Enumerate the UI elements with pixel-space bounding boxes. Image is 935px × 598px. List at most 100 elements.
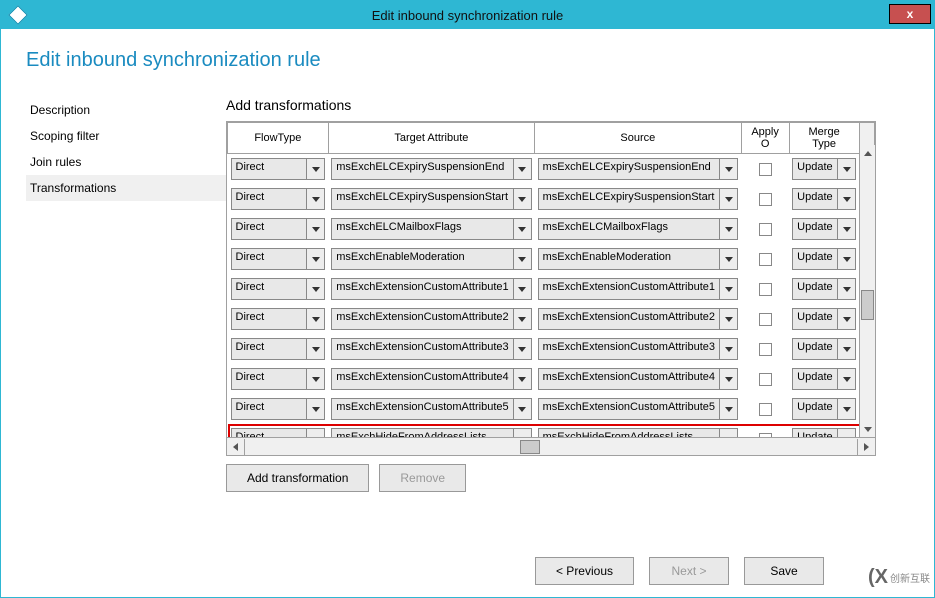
chevron-down-icon[interactable] <box>720 188 738 210</box>
source-combo[interactable]: msExchELCMailboxFlags <box>538 218 738 240</box>
merge-type-combo[interactable]: Update <box>792 218 856 240</box>
merge-type-combo[interactable]: Update <box>792 248 856 270</box>
chevron-down-icon[interactable] <box>307 308 325 330</box>
merge-type-combo[interactable]: Update <box>792 368 856 390</box>
flowtype-combo[interactable]: Direct <box>231 308 326 330</box>
table-row[interactable]: DirectmsExchExtensionCustomAttribute5msE… <box>228 394 875 424</box>
apply-once-checkbox[interactable] <box>759 223 772 236</box>
chevron-down-icon[interactable] <box>514 368 532 390</box>
chevron-down-icon[interactable] <box>838 338 856 360</box>
scroll-thumb-horizontal[interactable] <box>520 440 540 454</box>
merge-type-combo[interactable]: Update <box>792 308 856 330</box>
flowtype-combo[interactable]: Direct <box>231 338 326 360</box>
chevron-down-icon[interactable] <box>720 158 738 180</box>
scroll-right-icon[interactable] <box>857 439 875 455</box>
nav-join-rules[interactable]: Join rules <box>26 149 226 175</box>
source-combo[interactable]: msExchExtensionCustomAttribute2 <box>538 308 738 330</box>
table-row[interactable]: DirectmsExchExtensionCustomAttribute1msE… <box>228 274 875 304</box>
target-attribute-combo[interactable]: msExchExtensionCustomAttribute3 <box>331 338 531 360</box>
flowtype-combo[interactable]: Direct <box>231 368 326 390</box>
source-combo[interactable]: msExchHideFromAddressLists <box>538 428 738 437</box>
chevron-down-icon[interactable] <box>307 428 325 437</box>
chevron-down-icon[interactable] <box>307 368 325 390</box>
chevron-down-icon[interactable] <box>720 398 738 420</box>
chevron-down-icon[interactable] <box>838 158 856 180</box>
chevron-down-icon[interactable] <box>514 248 532 270</box>
table-row[interactable]: DirectmsExchExtensionCustomAttribute3msE… <box>228 334 875 364</box>
next-button[interactable]: Next > <box>649 557 729 585</box>
chevron-down-icon[interactable] <box>838 428 856 437</box>
flowtype-combo[interactable]: Direct <box>231 248 326 270</box>
target-attribute-combo[interactable]: msExchExtensionCustomAttribute2 <box>331 308 531 330</box>
table-row[interactable]: DirectmsExchELCExpirySuspensionStartmsEx… <box>228 184 875 214</box>
previous-button[interactable]: < Previous <box>535 557 634 585</box>
apply-once-checkbox[interactable] <box>759 193 772 206</box>
target-attribute-combo[interactable]: msExchHideFromAddressLists <box>331 428 531 437</box>
target-attribute-combo[interactable]: msExchELCMailboxFlags <box>331 218 531 240</box>
target-attribute-combo[interactable]: msExchExtensionCustomAttribute4 <box>331 368 531 390</box>
chevron-down-icon[interactable] <box>514 428 532 437</box>
chevron-down-icon[interactable] <box>838 308 856 330</box>
chevron-down-icon[interactable] <box>307 188 325 210</box>
apply-once-checkbox[interactable] <box>759 343 772 356</box>
vertical-scrollbar[interactable] <box>859 145 875 437</box>
col-merge-type[interactable]: Merge Type <box>789 123 859 154</box>
merge-type-combo[interactable]: Update <box>792 428 856 437</box>
chevron-down-icon[interactable] <box>838 248 856 270</box>
target-attribute-combo[interactable]: msExchELCExpirySuspensionEnd <box>331 158 531 180</box>
chevron-down-icon[interactable] <box>838 188 856 210</box>
chevron-down-icon[interactable] <box>720 308 738 330</box>
close-button[interactable]: x <box>889 4 931 24</box>
flowtype-combo[interactable]: Direct <box>231 188 326 210</box>
chevron-down-icon[interactable] <box>514 188 532 210</box>
apply-once-checkbox[interactable] <box>759 403 772 416</box>
merge-type-combo[interactable]: Update <box>792 278 856 300</box>
nav-transformations[interactable]: Transformations <box>26 175 226 201</box>
table-row[interactable]: Direct msExchHideFromAddressLists msExchHi… <box>228 424 875 437</box>
chevron-down-icon[interactable] <box>307 158 325 180</box>
scroll-up-icon[interactable] <box>860 145 875 161</box>
target-attribute-combo[interactable]: msExchELCExpirySuspensionStart <box>331 188 531 210</box>
chevron-down-icon[interactable] <box>307 338 325 360</box>
merge-type-combo[interactable]: Update <box>792 188 856 210</box>
chevron-down-icon[interactable] <box>514 218 532 240</box>
source-combo[interactable]: msExchExtensionCustomAttribute3 <box>538 338 738 360</box>
target-attribute-combo[interactable]: msExchExtensionCustomAttribute1 <box>331 278 531 300</box>
horizontal-scrollbar[interactable] <box>227 437 875 455</box>
col-source[interactable]: Source <box>535 123 741 154</box>
chevron-down-icon[interactable] <box>720 218 738 240</box>
scroll-left-icon[interactable] <box>227 439 245 455</box>
apply-once-checkbox[interactable] <box>759 283 772 296</box>
flowtype-combo[interactable]: Direct <box>231 428 326 437</box>
col-flowtype[interactable]: FlowType <box>228 123 329 154</box>
chevron-down-icon[interactable] <box>720 368 738 390</box>
add-transformation-button[interactable]: Add transformation <box>226 464 369 492</box>
source-combo[interactable]: msExchExtensionCustomAttribute1 <box>538 278 738 300</box>
chevron-down-icon[interactable] <box>514 158 532 180</box>
scroll-down-icon[interactable] <box>860 421 875 437</box>
merge-type-combo[interactable]: Update <box>792 338 856 360</box>
target-attribute-combo[interactable]: msExchExtensionCustomAttribute5 <box>331 398 531 420</box>
chevron-down-icon[interactable] <box>720 428 738 437</box>
chevron-down-icon[interactable] <box>514 308 532 330</box>
apply-once-checkbox[interactable] <box>759 313 772 326</box>
source-combo[interactable]: msExchExtensionCustomAttribute4 <box>538 368 738 390</box>
chevron-down-icon[interactable] <box>838 398 856 420</box>
scroll-thumb-vertical[interactable] <box>861 290 874 320</box>
source-combo[interactable]: msExchEnableModeration <box>538 248 738 270</box>
chevron-down-icon[interactable] <box>307 398 325 420</box>
chevron-down-icon[interactable] <box>307 218 325 240</box>
chevron-down-icon[interactable] <box>838 218 856 240</box>
table-row[interactable]: DirectmsExchEnableModerationmsExchEnable… <box>228 244 875 274</box>
target-attribute-combo[interactable]: msExchEnableModeration <box>331 248 531 270</box>
flowtype-combo[interactable]: Direct <box>231 278 326 300</box>
chevron-down-icon[interactable] <box>720 278 738 300</box>
flowtype-combo[interactable]: Direct <box>231 218 326 240</box>
apply-once-checkbox[interactable] <box>759 253 772 266</box>
apply-once-checkbox[interactable] <box>759 433 772 438</box>
flowtype-combo[interactable]: Direct <box>231 158 326 180</box>
apply-once-checkbox[interactable] <box>759 373 772 386</box>
source-combo[interactable]: msExchExtensionCustomAttribute5 <box>538 398 738 420</box>
col-target-attribute[interactable]: Target Attribute <box>328 123 534 154</box>
table-row[interactable]: DirectmsExchExtensionCustomAttribute2msE… <box>228 304 875 334</box>
